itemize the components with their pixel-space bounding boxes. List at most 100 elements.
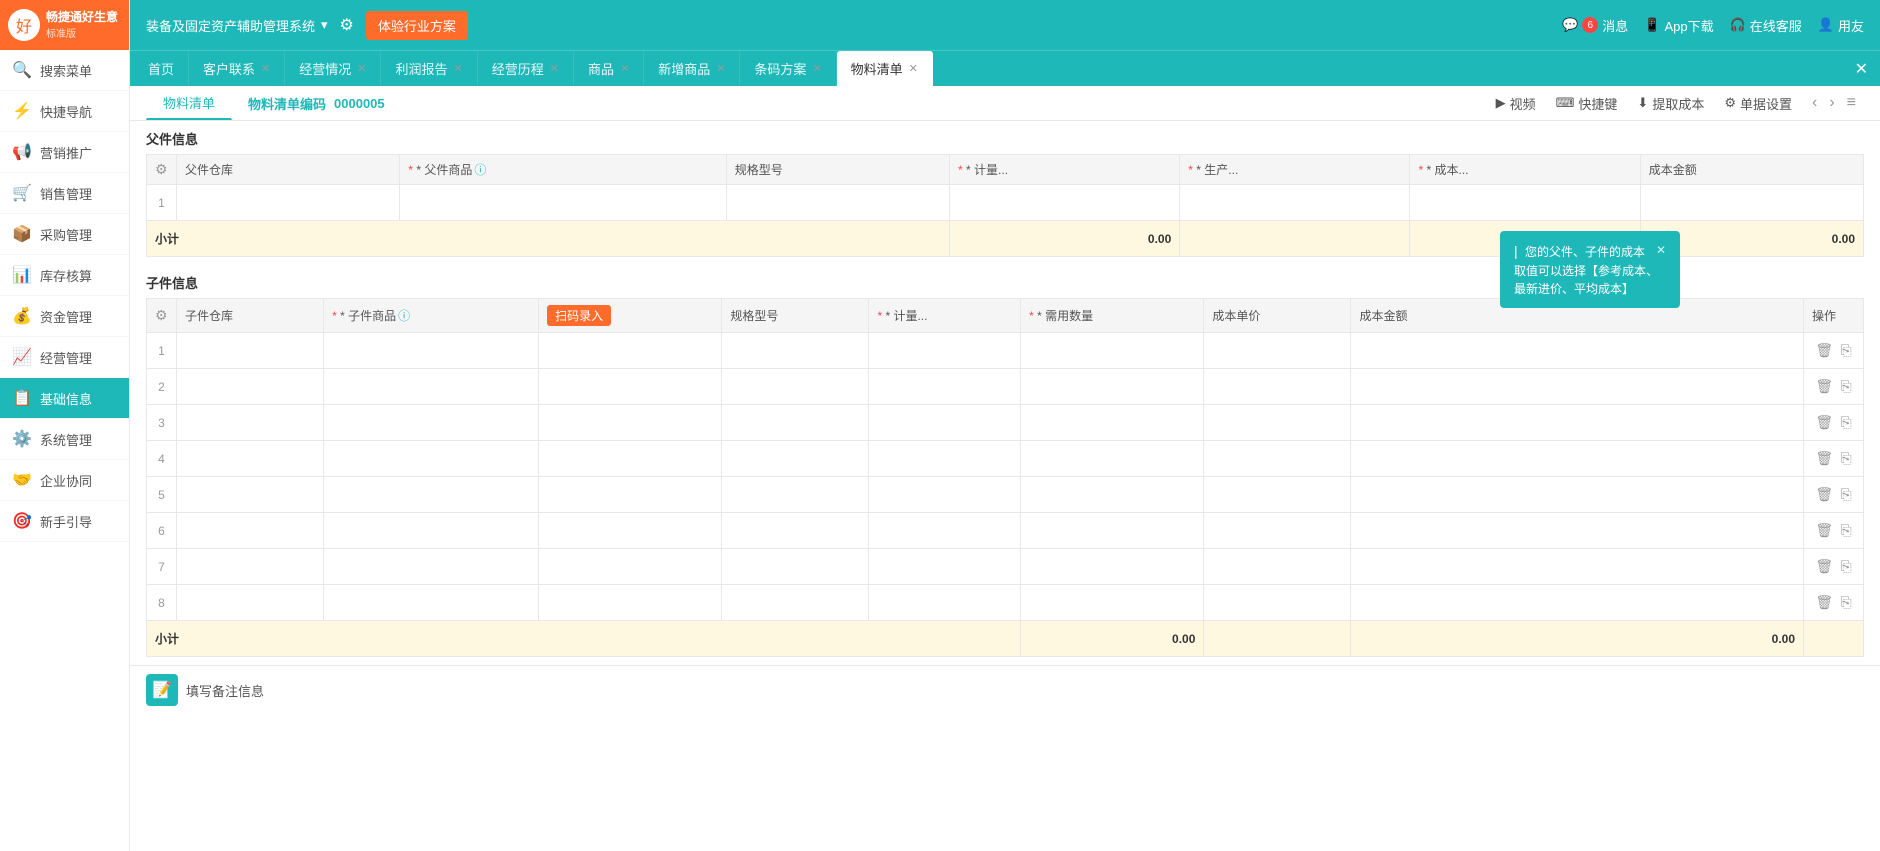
child-gear-icon[interactable]: ⚙ (155, 307, 168, 323)
child-row-1-scan[interactable] (539, 333, 722, 369)
child-row-6-unit[interactable] (869, 513, 1021, 549)
sidebar-item-8[interactable]: 📋基础信息 (0, 378, 129, 419)
child-row-6-warehouse[interactable] (177, 513, 324, 549)
parent-row-1-spec[interactable] (726, 185, 949, 221)
child-row-6-qty[interactable] (1021, 513, 1204, 549)
shortcut-btn[interactable]: ⌨ 快捷键 (1548, 90, 1626, 117)
child-row-3-unit-price[interactable] (1204, 405, 1351, 441)
subtab-wuliaoqingdan[interactable]: 物料清单 (146, 86, 232, 120)
nav-tab-3[interactable]: 利润报告✕ (381, 51, 477, 86)
child-row-8-qty[interactable] (1021, 585, 1204, 621)
scan-input-btn[interactable]: 扫码录入 (547, 305, 611, 326)
nav-tab-6[interactable]: 新增商品✕ (644, 51, 740, 86)
child-row-5-amount[interactable] (1351, 477, 1804, 513)
child-row-8-unit-price[interactable] (1204, 585, 1351, 621)
sidebar-item-10[interactable]: 🤝企业协同 (0, 460, 129, 501)
child-row-2-product[interactable] (324, 369, 539, 405)
sidebar-item-0[interactable]: 🔍搜索菜单 (0, 50, 129, 91)
child-row-7-spec[interactable] (722, 549, 869, 585)
child-row-3-delete-btn[interactable]: 🗑 (1815, 414, 1833, 430)
child-row-7-qty[interactable] (1021, 549, 1204, 585)
child-row-6-spec[interactable] (722, 513, 869, 549)
child-row-8-amount[interactable] (1351, 585, 1804, 621)
child-row-6-unit-price[interactable] (1204, 513, 1351, 549)
single-setting-btn[interactable]: ⚙ 单据设置 (1716, 90, 1800, 117)
parent-row-1-warehouse[interactable] (177, 185, 400, 221)
sidebar-item-11[interactable]: 🎯新手引导 (0, 501, 129, 542)
child-row-1-amount[interactable] (1351, 333, 1804, 369)
nav-tab-5[interactable]: 商品✕ (574, 51, 644, 86)
child-row-2-spec[interactable] (722, 369, 869, 405)
nav-tab-close-2[interactable]: ✕ (357, 62, 366, 75)
child-row-2-amount[interactable] (1351, 369, 1804, 405)
grid-view-btn[interactable]: ≡ (1843, 92, 1860, 114)
nav-tab-4[interactable]: 经营历程✕ (478, 51, 574, 86)
nav-tab-8[interactable]: 物料清单✕ (837, 51, 933, 86)
child-row-5-qty[interactable] (1021, 477, 1204, 513)
child-row-2-unit-price[interactable] (1204, 369, 1351, 405)
nav-tab-0[interactable]: 首页 (134, 51, 189, 86)
sidebar-item-9[interactable]: ⚙️系统管理 (0, 419, 129, 460)
child-row-5-unit[interactable] (869, 477, 1021, 513)
child-row-1-warehouse[interactable] (177, 333, 324, 369)
user-btn[interactable]: 👤 用友 (1818, 16, 1864, 35)
child-row-1-copy-btn[interactable]: ⎘ (1840, 342, 1851, 358)
close-all-btn[interactable]: ✕ (1847, 55, 1876, 83)
sidebar-item-5[interactable]: 📊库存核算 (0, 255, 129, 296)
child-row-4-warehouse[interactable] (177, 441, 324, 477)
parent-row-1-produce[interactable] (1180, 185, 1410, 221)
extract-cost-btn[interactable]: ⬇ 提取成本 (1629, 90, 1712, 117)
child-row-4-product[interactable] (324, 441, 539, 477)
child-row-6-product[interactable] (324, 513, 539, 549)
child-row-2-unit[interactable] (869, 369, 1021, 405)
child-row-8-copy-btn[interactable]: ⎘ (1840, 594, 1851, 610)
child-row-4-qty[interactable] (1021, 441, 1204, 477)
sidebar-item-1[interactable]: ⚡快捷导航 (0, 91, 129, 132)
child-row-8-spec[interactable] (722, 585, 869, 621)
gear-icon[interactable]: ⚙ (155, 161, 168, 177)
child-row-2-delete-btn[interactable]: 🗑 (1815, 378, 1833, 394)
app-download-btn[interactable]: 📱 App下载 (1644, 16, 1713, 35)
child-row-2-scan[interactable] (539, 369, 722, 405)
next-btn[interactable]: › (1825, 92, 1838, 114)
nav-tab-close-6[interactable]: ✕ (716, 62, 725, 75)
nav-tab-close-8[interactable]: ✕ (909, 62, 918, 75)
prev-btn[interactable]: ‹ (1808, 92, 1821, 114)
child-row-1-spec[interactable] (722, 333, 869, 369)
child-row-3-qty[interactable] (1021, 405, 1204, 441)
child-row-5-warehouse[interactable] (177, 477, 324, 513)
sidebar-item-2[interactable]: 📢营销推广 (0, 132, 129, 173)
child-row-8-warehouse[interactable] (177, 585, 324, 621)
nav-tab-close-7[interactable]: ✕ (812, 62, 821, 75)
child-row-6-scan[interactable] (539, 513, 722, 549)
child-row-1-delete-btn[interactable]: 🗑 (1815, 342, 1833, 358)
child-row-3-product[interactable] (324, 405, 539, 441)
child-row-8-unit[interactable] (869, 585, 1021, 621)
child-row-4-scan[interactable] (539, 441, 722, 477)
trial-button[interactable]: 体验行业方案 (366, 11, 468, 40)
nav-tab-close-5[interactable]: ✕ (620, 62, 629, 75)
child-row-7-amount[interactable] (1351, 549, 1804, 585)
sidebar-item-3[interactable]: 🛒销售管理 (0, 173, 129, 214)
child-row-2-warehouse[interactable] (177, 369, 324, 405)
child-row-6-delete-btn[interactable]: 🗑 (1815, 522, 1833, 538)
nav-tab-1[interactable]: 客户联系✕ (189, 51, 285, 86)
child-row-8-product[interactable] (324, 585, 539, 621)
system-selector[interactable]: 装备及固定资产辅助管理系统 ▾ (146, 16, 328, 35)
child-row-7-product[interactable] (324, 549, 539, 585)
child-row-7-delete-btn[interactable]: 🗑 (1815, 558, 1833, 574)
parent-row-1-cost[interactable] (1410, 185, 1640, 221)
child-row-7-unit-price[interactable] (1204, 549, 1351, 585)
sidebar-item-6[interactable]: 💰资金管理 (0, 296, 129, 337)
child-row-4-unit-price[interactable] (1204, 441, 1351, 477)
child-row-4-spec[interactable] (722, 441, 869, 477)
video-btn[interactable]: ▶ 视频 (1488, 90, 1544, 117)
settings-gear-icon[interactable]: ⚙ (340, 15, 354, 35)
child-row-8-delete-btn[interactable]: 🗑 (1815, 594, 1833, 610)
child-row-5-spec[interactable] (722, 477, 869, 513)
child-row-6-copy-btn[interactable]: ⎘ (1840, 522, 1851, 538)
child-row-5-scan[interactable] (539, 477, 722, 513)
child-row-3-scan[interactable] (539, 405, 722, 441)
child-row-4-amount[interactable] (1351, 441, 1804, 477)
parent-row-1-product[interactable] (400, 185, 726, 221)
